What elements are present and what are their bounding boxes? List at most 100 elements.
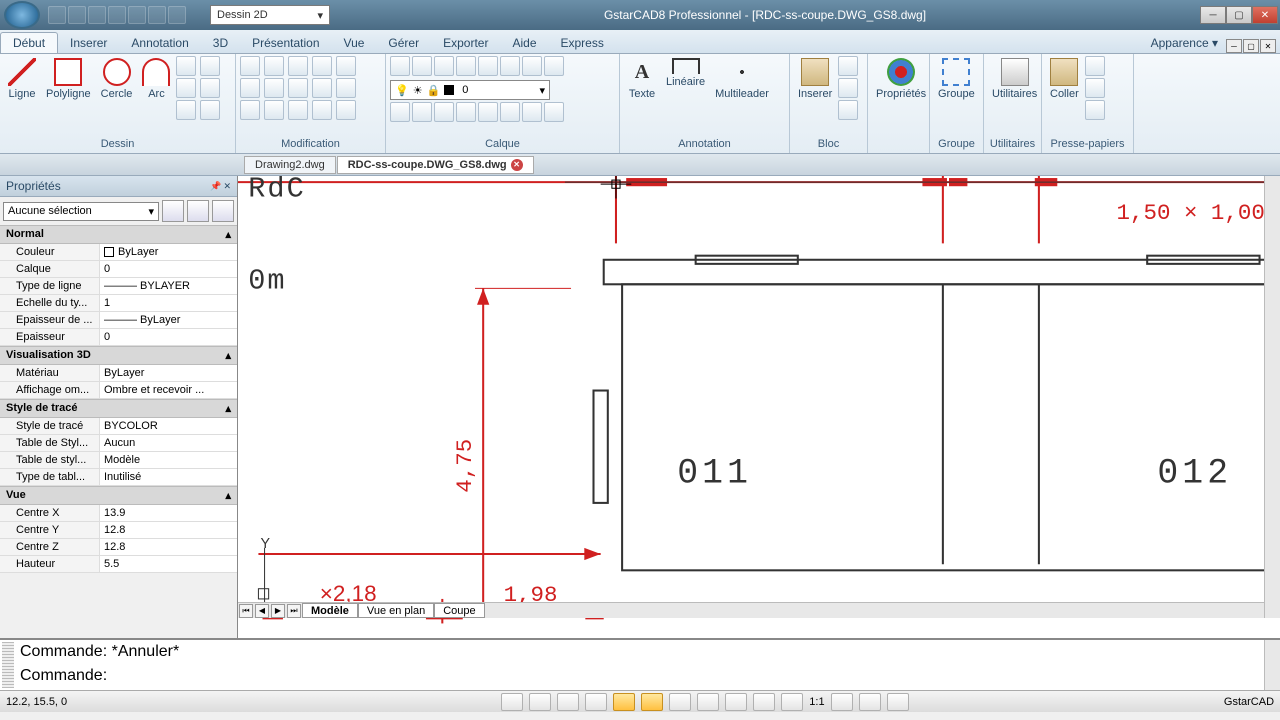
layer11-icon[interactable] xyxy=(434,102,454,122)
model-toggle[interactable] xyxy=(753,693,775,711)
pickadd-icon[interactable] xyxy=(212,200,234,222)
prop-typetabl[interactable]: Inutilisé xyxy=(100,469,237,485)
break-icon[interactable] xyxy=(312,100,332,120)
sheet-first-button[interactable]: ⏮ xyxy=(239,604,253,618)
snap-toggle[interactable] xyxy=(529,693,551,711)
tab-express[interactable]: Express xyxy=(549,33,616,53)
dropdown3-icon[interactable] xyxy=(200,100,220,120)
command-line[interactable]: Commande: *Annuler* Commande: xyxy=(0,638,1280,690)
mdi-close-button[interactable]: ✕ xyxy=(1260,39,1276,53)
prop-styletrace[interactable]: BYCOLOR xyxy=(100,418,237,434)
cut-icon[interactable] xyxy=(1085,56,1105,76)
tab-debut[interactable]: Début xyxy=(0,32,58,53)
layer15-icon[interactable] xyxy=(522,102,542,122)
doctab-rdc[interactable]: RDC-ss-coupe.DWG_GS8.dwg✕ xyxy=(337,156,534,174)
sheet-last-button[interactable]: ⏭ xyxy=(287,604,301,618)
pin-icon[interactable]: 📌 xyxy=(210,181,221,192)
tab-exporter[interactable]: Exporter xyxy=(431,33,500,53)
layer5-icon[interactable] xyxy=(478,56,498,76)
prop-materiau[interactable]: ByLayer xyxy=(100,365,237,381)
qat-save-icon[interactable] xyxy=(88,6,106,24)
copy2-icon[interactable] xyxy=(1085,78,1105,98)
dropdown-icon[interactable] xyxy=(200,56,220,76)
prop-affichage[interactable]: Ombre et recevoir ... xyxy=(100,382,237,398)
erase-icon[interactable] xyxy=(312,56,332,76)
close-button[interactable]: ✕ xyxy=(1252,6,1278,24)
coords-display[interactable]: 12.2, 15.5, 0 xyxy=(6,696,186,708)
prop-calque[interactable]: 0 xyxy=(100,261,237,277)
layer10-icon[interactable] xyxy=(412,102,432,122)
quickselect-icon[interactable] xyxy=(162,200,184,222)
layer-select[interactable]: 💡 ☀ 🔒 0 ▾ xyxy=(390,80,550,100)
prop-epaisseurde[interactable]: ——— ByLayer xyxy=(100,312,237,328)
scale-btn[interactable] xyxy=(831,693,853,711)
group-vue[interactable]: Vue▴ xyxy=(0,486,237,505)
prop-centrey[interactable]: 12.8 xyxy=(100,522,237,538)
scale-display[interactable]: 1:1 xyxy=(809,696,824,708)
tab-presentation[interactable]: Présentation xyxy=(240,33,331,53)
prop-hauteur[interactable]: 5.5 xyxy=(100,556,237,572)
tab-gerer[interactable]: Gérer xyxy=(376,33,431,53)
maximize-button[interactable]: ▢ xyxy=(1226,6,1252,24)
polar-toggle[interactable] xyxy=(585,693,607,711)
close-panel-icon[interactable]: ✕ xyxy=(223,181,231,192)
qat-saveas-icon[interactable] xyxy=(108,6,126,24)
layer14-icon[interactable] xyxy=(500,102,520,122)
drawing-canvas[interactable]: 1,50 × 1,00m 4,75 xyxy=(238,176,1280,638)
dropdown2-icon[interactable] xyxy=(200,78,220,98)
layer4-icon[interactable] xyxy=(456,56,476,76)
polyligne-button[interactable]: Polyligne xyxy=(42,56,95,102)
prop-tablestyl[interactable]: Aucun xyxy=(100,435,237,451)
tab-vue[interactable]: Vue xyxy=(332,33,377,53)
grid-toggle[interactable] xyxy=(501,693,523,711)
layer9-icon[interactable] xyxy=(390,102,410,122)
ortho-toggle[interactable] xyxy=(557,693,579,711)
qat-open-icon[interactable] xyxy=(68,6,86,24)
selection-combo[interactable]: Aucune sélection▾ xyxy=(3,202,159,221)
anno-toggle[interactable] xyxy=(781,693,803,711)
offset-icon[interactable] xyxy=(240,100,260,120)
prop-epaisseur[interactable]: 0 xyxy=(100,329,237,345)
prop-echelle[interactable]: 1 xyxy=(100,295,237,311)
tab-inserer[interactable]: Inserer xyxy=(58,33,119,53)
ellipse-icon[interactable] xyxy=(176,78,196,98)
scale-icon[interactable] xyxy=(264,100,284,120)
workspace-select[interactable]: Dessin 2D ▾ xyxy=(210,5,330,25)
mdi-restore-button[interactable]: ▢ xyxy=(1243,39,1259,53)
copy-icon[interactable] xyxy=(240,78,260,98)
stretch-icon[interactable] xyxy=(312,78,332,98)
paste-icon[interactable] xyxy=(1085,100,1105,120)
prop-centrez[interactable]: 12.8 xyxy=(100,539,237,555)
texte-button[interactable]: ATexte xyxy=(624,56,660,102)
fillet-icon[interactable] xyxy=(288,78,308,98)
mdi-minimize-button[interactable]: ─ xyxy=(1226,39,1242,53)
sheet-coupe[interactable]: Coupe xyxy=(434,603,484,618)
tab-3d[interactable]: 3D xyxy=(201,33,240,53)
sheet-plan[interactable]: Vue en plan xyxy=(358,603,434,618)
tab-annotation[interactable]: Annotation xyxy=(119,33,200,53)
vscroll[interactable] xyxy=(1264,176,1280,618)
sheet-prev-button[interactable]: ◀ xyxy=(255,604,269,618)
layer3-icon[interactable] xyxy=(434,56,454,76)
layer16-icon[interactable] xyxy=(544,102,564,122)
otrack-toggle[interactable] xyxy=(641,693,663,711)
groupe-button[interactable]: Groupe xyxy=(934,56,979,102)
bloc3-icon[interactable] xyxy=(838,100,858,120)
layer13-icon[interactable] xyxy=(478,102,498,122)
cercle-button[interactable]: Cercle xyxy=(97,56,137,102)
apparence-menu[interactable]: Apparence ▾ xyxy=(1143,33,1226,53)
proprietes-button[interactable]: Propriétés xyxy=(872,56,930,102)
prop-typeligne[interactable]: ——— BYLAYER xyxy=(100,278,237,294)
coller-button[interactable]: Coller xyxy=(1046,56,1083,102)
close-tab-icon[interactable]: ✕ xyxy=(511,159,523,171)
layer8-icon[interactable] xyxy=(544,56,564,76)
array-icon[interactable] xyxy=(336,78,356,98)
utilitaires-button[interactable]: Utilitaires xyxy=(988,56,1041,102)
prop-centrex[interactable]: 13.9 xyxy=(100,505,237,521)
minimize-button[interactable]: ─ xyxy=(1200,6,1226,24)
layer12-icon[interactable] xyxy=(456,102,476,122)
multileader-button[interactable]: Multileader xyxy=(711,56,773,102)
qat-plot-icon[interactable] xyxy=(128,6,146,24)
mirror-icon[interactable] xyxy=(264,78,284,98)
qat-undo-icon[interactable] xyxy=(148,6,166,24)
